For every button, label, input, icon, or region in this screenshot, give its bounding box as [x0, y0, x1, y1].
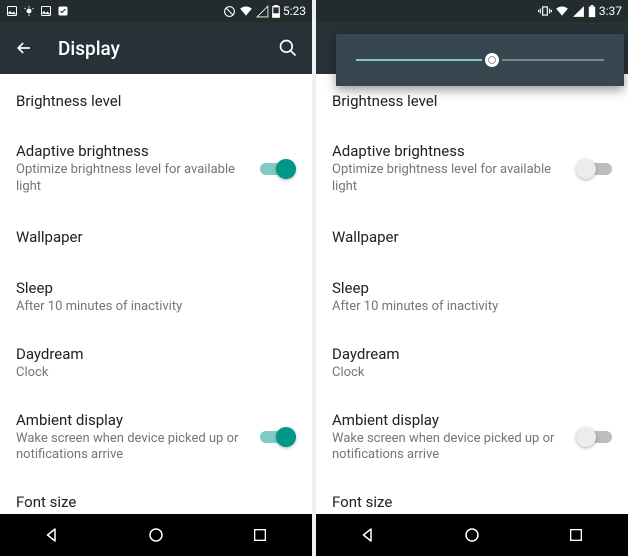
nav-back-button[interactable] [41, 524, 63, 546]
item-label: Brightness level [332, 92, 612, 110]
item-label: Adaptive brightness [332, 142, 564, 160]
brightness-level-item[interactable]: Brightness level [0, 74, 312, 128]
adaptive-brightness-switch[interactable] [576, 159, 612, 179]
sleep-item[interactable]: Sleep After 10 minutes of inactivity [316, 265, 628, 331]
item-label: Ambient display [16, 411, 248, 429]
image-icon [6, 5, 18, 17]
item-sub: Wake screen when device picked up or not… [332, 431, 564, 465]
font-size-item[interactable]: Font sizeNormal [316, 479, 628, 514]
search-button[interactable] [278, 38, 298, 58]
block-icon [223, 5, 236, 18]
ambient-display-item[interactable]: Ambient display Wake screen when device p… [316, 397, 628, 480]
item-label: Daydream [16, 345, 296, 363]
item-label: Ambient display [332, 411, 564, 429]
sleep-item[interactable]: Sleep After 10 minutes of inactivity [0, 265, 312, 331]
item-sub: After 10 minutes of inactivity [16, 299, 296, 316]
item-sub: Optimize brightness level for available … [16, 162, 248, 196]
item-label: Sleep [332, 279, 612, 297]
adaptive-brightness-item[interactable]: Adaptive brightness Optimize brightness l… [316, 128, 628, 211]
ambient-display-switch[interactable] [260, 427, 296, 447]
back-button[interactable] [14, 38, 34, 58]
page-title: Display [58, 37, 278, 60]
wifi-icon [555, 4, 569, 18]
nav-back-button[interactable] [357, 524, 379, 546]
item-label: Adaptive brightness [16, 142, 248, 160]
item-label: Brightness level [16, 92, 296, 110]
item-sub: Optimize brightness level for available … [332, 162, 564, 196]
nav-recents-button[interactable] [249, 524, 271, 546]
settings-list: Brightness level Adaptive brightness Opti… [316, 74, 628, 514]
signal-icon [572, 5, 585, 18]
battery-icon [272, 5, 280, 18]
nav-bar [0, 514, 312, 556]
battery-icon [588, 5, 596, 18]
adaptive-brightness-switch[interactable] [260, 159, 296, 179]
phone-right: 3:37 Brightness level Adaptive brightnes… [316, 0, 628, 556]
item-label: Font size [332, 493, 612, 511]
brightness-thumb-icon[interactable] [482, 50, 502, 70]
item-sub: Clock [332, 365, 612, 382]
item-label: Daydream [332, 345, 612, 363]
item-label: Wallpaper [332, 228, 612, 246]
settings-list: Brightness level Adaptive brightness Opti… [0, 74, 312, 514]
status-bar: 5:23 [0, 0, 312, 22]
nav-home-button[interactable] [461, 524, 483, 546]
daydream-item[interactable]: Daydream Clock [316, 331, 628, 397]
check-circle-icon [57, 5, 69, 17]
item-label: Sleep [16, 279, 296, 297]
ambient-display-item[interactable]: Ambient display Wake screen when device p… [0, 397, 312, 480]
wallpaper-item[interactable]: Wallpaper [0, 211, 312, 265]
item-sub: After 10 minutes of inactivity [332, 299, 612, 316]
nav-recents-button[interactable] [565, 524, 587, 546]
nav-home-button[interactable] [145, 524, 167, 546]
nav-bar [316, 514, 628, 556]
status-bar: 3:37 [316, 0, 628, 22]
item-label: Wallpaper [16, 228, 296, 246]
item-sub: Wake screen when device picked up or not… [16, 431, 248, 465]
wallpaper-item[interactable]: Wallpaper [316, 211, 628, 265]
brightness-slider-panel [336, 34, 624, 86]
daydream-item[interactable]: Daydream Clock [0, 331, 312, 397]
adaptive-brightness-item[interactable]: Adaptive brightness Optimize brightness l… [0, 128, 312, 211]
phone-left: 5:23 Display Brightness level Adaptive b… [0, 0, 312, 556]
image-icon [40, 5, 52, 17]
clock-text: 5:23 [283, 4, 306, 18]
wifi-icon [239, 4, 253, 18]
item-label: Font size [16, 493, 296, 511]
brightness-slider[interactable] [356, 59, 604, 61]
android-debug-icon [23, 5, 35, 17]
signal-icon [256, 5, 269, 18]
ambient-display-switch[interactable] [576, 427, 612, 447]
font-size-item[interactable]: Font sizeNormal [0, 479, 312, 514]
item-sub: Clock [16, 365, 296, 382]
app-bar: Display [0, 22, 312, 74]
vibrate-icon [538, 4, 552, 18]
clock-text: 3:37 [599, 4, 622, 18]
